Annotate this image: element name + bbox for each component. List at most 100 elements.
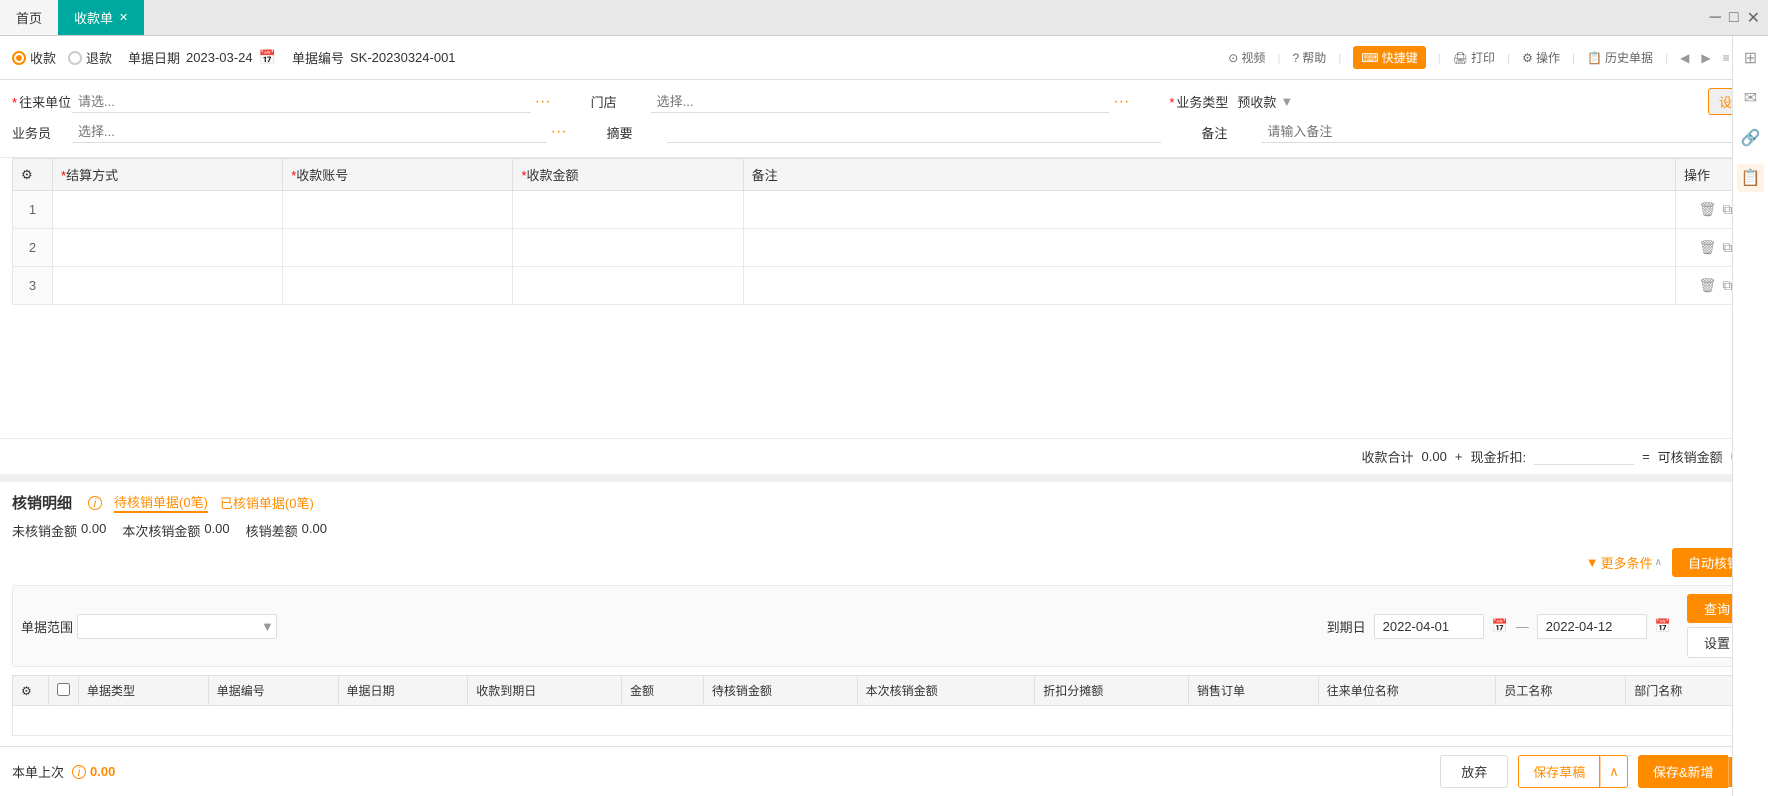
row1-copy-icon[interactable]: ⧉ <box>1722 201 1732 218</box>
row3-notes[interactable] <box>743 267 1675 305</box>
nav-next-icon[interactable]: ▶ <box>1701 51 1710 65</box>
row1-amount[interactable] <box>513 191 743 229</box>
result-label: 可核销金额 <box>1658 447 1723 466</box>
row1-delete-icon[interactable]: 🗑 <box>1699 201 1717 218</box>
sep3: | <box>1438 51 1441 65</box>
notes-field: 备注 <box>1201 121 1756 143</box>
due-date-label: 到期日 <box>1327 617 1366 636</box>
calendar-start-icon[interactable]: 📅 <box>1492 618 1508 634</box>
close-icon[interactable]: ✕ <box>1747 8 1760 28</box>
end-date-input[interactable] <box>1537 614 1647 639</box>
row2-delete-icon[interactable]: 🗑 <box>1699 239 1717 256</box>
bth-gear[interactable]: ⚙ <box>13 676 49 706</box>
row3-account[interactable] <box>283 267 513 305</box>
row2-settlement[interactable] <box>53 229 283 267</box>
row3-amount[interactable] <box>513 267 743 305</box>
operations-btn[interactable]: ⚙ 操作 <box>1522 49 1560 66</box>
staff-more-icon[interactable]: ··· <box>551 123 567 141</box>
verification-section: 核销明细 i 待核销单据(0笔) 已核销单据(0笔) 未核销金额 0.00 本次… <box>0 474 1768 746</box>
sidebar-link-icon[interactable]: 🔗 <box>1737 124 1765 152</box>
verify-filter-row: ▼ 更多条件 ∧ 自动核销 <box>12 548 1756 577</box>
filter-label: 更多条件 <box>1601 553 1653 572</box>
row3-settlement[interactable] <box>53 267 283 305</box>
th-notes: 备注 <box>743 159 1675 191</box>
sidebar-document-icon[interactable]: 📋 <box>1737 164 1765 192</box>
shop-input[interactable] <box>651 91 1110 113</box>
row3-delete-icon[interactable]: 🗑 <box>1699 277 1717 294</box>
range-select-wrapper: 单据范围 ▼ <box>21 614 274 639</box>
table-section: ⚙ *结算方式 *收款账号 *收款金额 备注 操作 1 <box>0 158 1768 438</box>
row-num-1: 1 <box>13 191 53 229</box>
footer-info-label: 本单上次 <box>12 762 64 781</box>
counterparty-more-icon[interactable]: ··· <box>535 93 551 111</box>
business-type-arrow[interactable]: ▼ <box>1280 94 1293 109</box>
sidebar-table-icon[interactable]: ⊞ <box>1740 44 1761 72</box>
save-new-btn[interactable]: 保存&新增 <box>1638 755 1729 788</box>
bth-duedate: 收款到期日 <box>468 676 622 706</box>
tab-home-label: 首页 <box>16 8 42 27</box>
business-type-label: 业务类型 <box>1169 92 1229 111</box>
video-btn[interactable]: ⊙ 视频 <box>1228 49 1265 66</box>
filter-more-btn[interactable]: ▼ 更多条件 ∧ <box>1586 553 1662 572</box>
notes-input[interactable] <box>1261 121 1756 143</box>
sep4: | <box>1507 51 1510 65</box>
shop-label: 门店 <box>591 92 651 111</box>
diff-info: 核销差额 0.00 <box>246 521 327 540</box>
shop-more-icon[interactable]: ··· <box>1113 93 1129 111</box>
calendar-icon[interactable]: 📅 <box>259 49 276 66</box>
uncleared-info: 未核销金额 0.00 <box>12 521 106 540</box>
shortcut-btn[interactable]: ⌨ 快捷键 <box>1353 46 1425 69</box>
th-gear[interactable]: ⚙ <box>13 159 53 191</box>
bth-current: 本次核销金额 <box>857 676 1035 706</box>
maximize-icon[interactable]: □ <box>1729 9 1739 27</box>
counterparty-input[interactable] <box>72 91 531 113</box>
list-view-icon[interactable]: ≡ <box>1723 51 1730 65</box>
bottom-table-empty-row <box>13 706 1756 736</box>
row2-notes[interactable] <box>743 229 1675 267</box>
tab-receipt[interactable]: 收款单 ✕ <box>58 0 144 35</box>
bth-checkbox[interactable] <box>49 676 79 706</box>
tab-pending[interactable]: 待核销单据(0笔) <box>114 492 208 513</box>
tab-home[interactable]: 首页 <box>0 0 58 35</box>
range-select[interactable] <box>77 614 277 639</box>
footer-info-icon[interactable]: i <box>72 765 86 779</box>
row2-amount[interactable] <box>513 229 743 267</box>
verify-info-icon[interactable]: i <box>88 496 102 510</box>
summary-input[interactable] <box>667 121 1162 143</box>
row1-notes[interactable] <box>743 191 1675 229</box>
nav-prev-icon[interactable]: ◀ <box>1680 51 1689 65</box>
abandon-btn[interactable]: 放弃 <box>1440 755 1508 788</box>
row3-copy-icon[interactable]: ⧉ <box>1722 277 1732 294</box>
tab-close-icon[interactable]: ✕ <box>119 11 128 24</box>
sidebar-mail-icon[interactable]: ✉ <box>1740 84 1761 112</box>
tab-receipt-label: 收款单 <box>74 8 113 27</box>
calendar-end-icon[interactable]: 📅 <box>1655 618 1671 634</box>
save-draft-btn[interactable]: 保存草稿 <box>1518 755 1600 788</box>
refund-radio[interactable]: 退款 <box>68 48 112 67</box>
print-label: 打印 <box>1471 49 1495 66</box>
discount-input[interactable] <box>1534 449 1634 465</box>
select-all-checkbox[interactable] <box>57 683 70 696</box>
help-btn[interactable]: ? 帮助 <box>1293 49 1327 66</box>
row2-account[interactable] <box>283 229 513 267</box>
business-type-value: 预收款 <box>1237 92 1276 111</box>
verify-title: 核销明细 <box>12 492 72 513</box>
refund-radio-label: 退款 <box>86 48 112 67</box>
print-btn[interactable]: 🖨 打印 <box>1453 49 1495 66</box>
row1-settlement[interactable] <box>53 191 283 229</box>
business-type-field: 业务类型 预收款 ▼ <box>1169 92 1708 111</box>
row1-account[interactable] <box>283 191 513 229</box>
minimize-icon[interactable]: ─ <box>1710 9 1721 27</box>
tab-done[interactable]: 已核销单据(0笔) <box>220 493 314 512</box>
summary-label: 摘要 <box>607 123 667 142</box>
history-btn[interactable]: 📋 历史单据 <box>1587 49 1653 66</box>
start-date-input[interactable] <box>1374 614 1484 639</box>
diff-value: 0.00 <box>302 521 327 540</box>
row2-copy-icon[interactable]: ⧉ <box>1722 239 1732 256</box>
toolbar-right: ⊙ 视频 | ? 帮助 | ⌨ 快捷键 | 🖨 打印 | ⚙ 操作 | 📋 历史… <box>1228 46 1756 69</box>
date-range-row: 单据范围 ▼ 到期日 📅 — 📅 查询 设置 <box>12 585 1756 667</box>
table-header-row: ⚙ *结算方式 *收款账号 *收款金额 备注 操作 <box>13 159 1756 191</box>
receipt-radio[interactable]: 收款 <box>12 48 56 67</box>
save-draft-arrow-btn[interactable]: ∧ <box>1600 755 1628 788</box>
staff-input[interactable] <box>72 121 547 143</box>
